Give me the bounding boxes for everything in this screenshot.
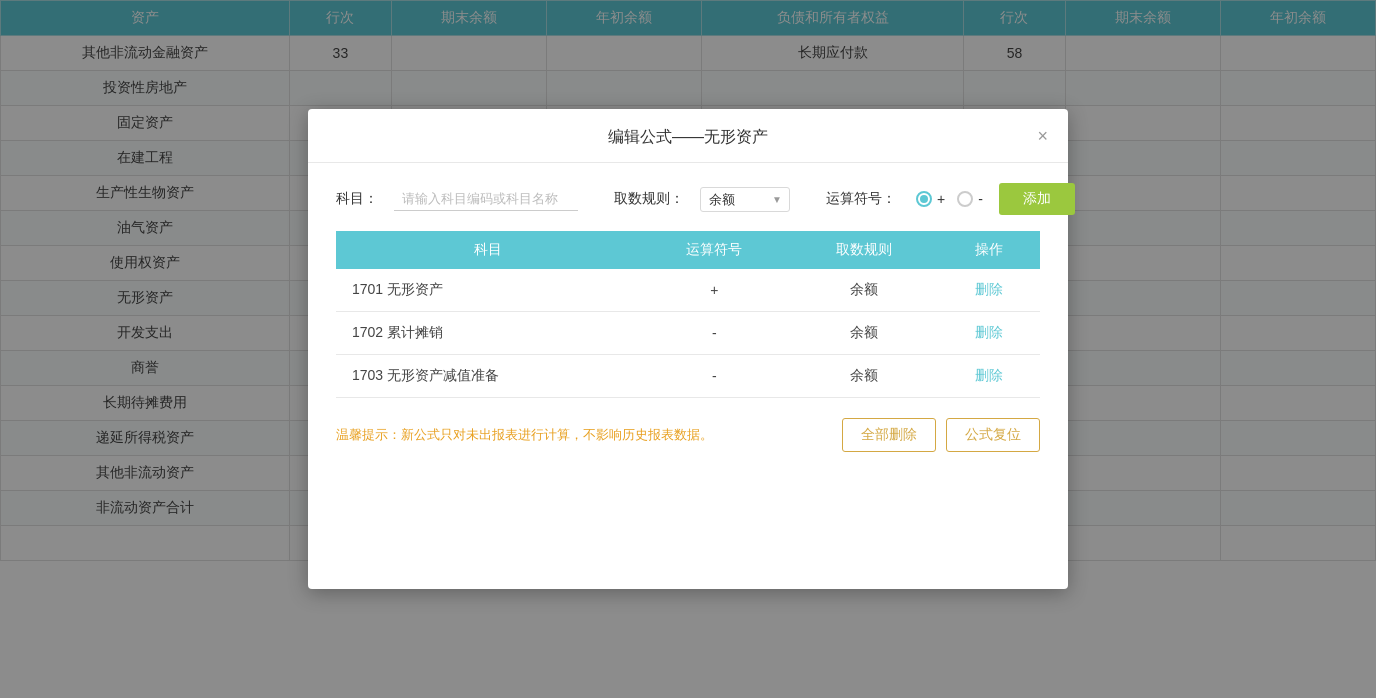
modal-overlay: 编辑公式——无形资产 × 科目： 取数规则： 余额 借方 贷方 借方累计 贷方累… — [0, 0, 1376, 698]
cell-action: 删除 — [938, 269, 1040, 312]
reset-formula-button[interactable]: 公式复位 — [946, 418, 1040, 452]
formula-form: 科目： 取数规则： 余额 借方 贷方 借方累计 贷方累计 ▼ 运算符号： — [308, 163, 1068, 231]
subject-input[interactable] — [394, 187, 578, 211]
modal-title: 编辑公式——无形资产 — [608, 127, 768, 148]
cell-action: 删除 — [938, 355, 1040, 398]
radio-plus-inner — [920, 195, 928, 203]
close-button[interactable]: × — [1033, 123, 1052, 149]
table-row: 1701 无形资产+余额 删除 — [336, 269, 1040, 312]
operator-radio-group: + - — [916, 191, 983, 207]
formula-table: 科目 运算符号 取数规则 操作 1701 无形资产+余额删除1702 累计摊销-… — [336, 231, 1040, 398]
operator-plus-label: + — [937, 191, 945, 207]
rule-select-wrapper: 余额 借方 贷方 借方累计 贷方累计 ▼ — [700, 187, 790, 212]
operator-minus-radio[interactable]: - — [957, 191, 983, 207]
delete-all-button[interactable]: 全部删除 — [842, 418, 936, 452]
cell-subject: 1701 无形资产 — [336, 269, 640, 312]
add-button[interactable]: 添加 — [999, 183, 1075, 215]
operator-label: 运算符号： — [826, 190, 896, 208]
formula-table-wrapper: 科目 运算符号 取数规则 操作 1701 无形资产+余额删除1702 累计摊销-… — [336, 231, 1040, 398]
delete-row-button[interactable]: 删除 — [975, 324, 1003, 342]
modal-dialog: 编辑公式——无形资产 × 科目： 取数规则： 余额 借方 贷方 借方累计 贷方累… — [308, 109, 1068, 589]
table-header-subject: 科目 — [336, 231, 640, 269]
table-row: 1702 累计摊销-余额 删除 — [336, 312, 1040, 355]
cell-action: 删除 — [938, 312, 1040, 355]
subject-label: 科目： — [336, 190, 378, 208]
cell-operator: - — [640, 312, 789, 355]
cell-rule: 余额 — [789, 312, 938, 355]
operator-minus-label: - — [978, 191, 983, 207]
delete-row-button[interactable]: 删除 — [975, 281, 1003, 299]
table-header-action: 操作 — [938, 231, 1040, 269]
hint-text: 温馨提示：新公式只对未出报表进行计算，不影响历史报表数据。 — [336, 426, 713, 444]
table-header-operator: 运算符号 — [640, 231, 789, 269]
cell-rule: 余额 — [789, 355, 938, 398]
table-row: 1703 无形资产减值准备-余额 删除 — [336, 355, 1040, 398]
modal-footer: 温馨提示：新公式只对未出报表进行计算，不影响历史报表数据。 全部删除 公式复位 — [308, 398, 1068, 452]
table-header-rule: 取数规则 — [789, 231, 938, 269]
modal-header: 编辑公式——无形资产 × — [308, 109, 1068, 163]
page-container: 资产 行次 期末余额 年初余额 负债和所有者权益 行次 期末余额 年初余额 其他… — [0, 0, 1376, 698]
cell-operator: - — [640, 355, 789, 398]
cell-subject: 1703 无形资产减值准备 — [336, 355, 640, 398]
cell-rule: 余额 — [789, 269, 938, 312]
radio-minus-circle — [957, 191, 973, 207]
footer-buttons: 全部删除 公式复位 — [842, 418, 1040, 452]
rule-select[interactable]: 余额 借方 贷方 借方累计 贷方累计 — [700, 187, 790, 212]
delete-row-button[interactable]: 删除 — [975, 367, 1003, 385]
radio-plus-circle — [916, 191, 932, 207]
operator-plus-radio[interactable]: + — [916, 191, 945, 207]
rule-label: 取数规则： — [614, 190, 684, 208]
cell-operator: + — [640, 269, 789, 312]
cell-subject: 1702 累计摊销 — [336, 312, 640, 355]
